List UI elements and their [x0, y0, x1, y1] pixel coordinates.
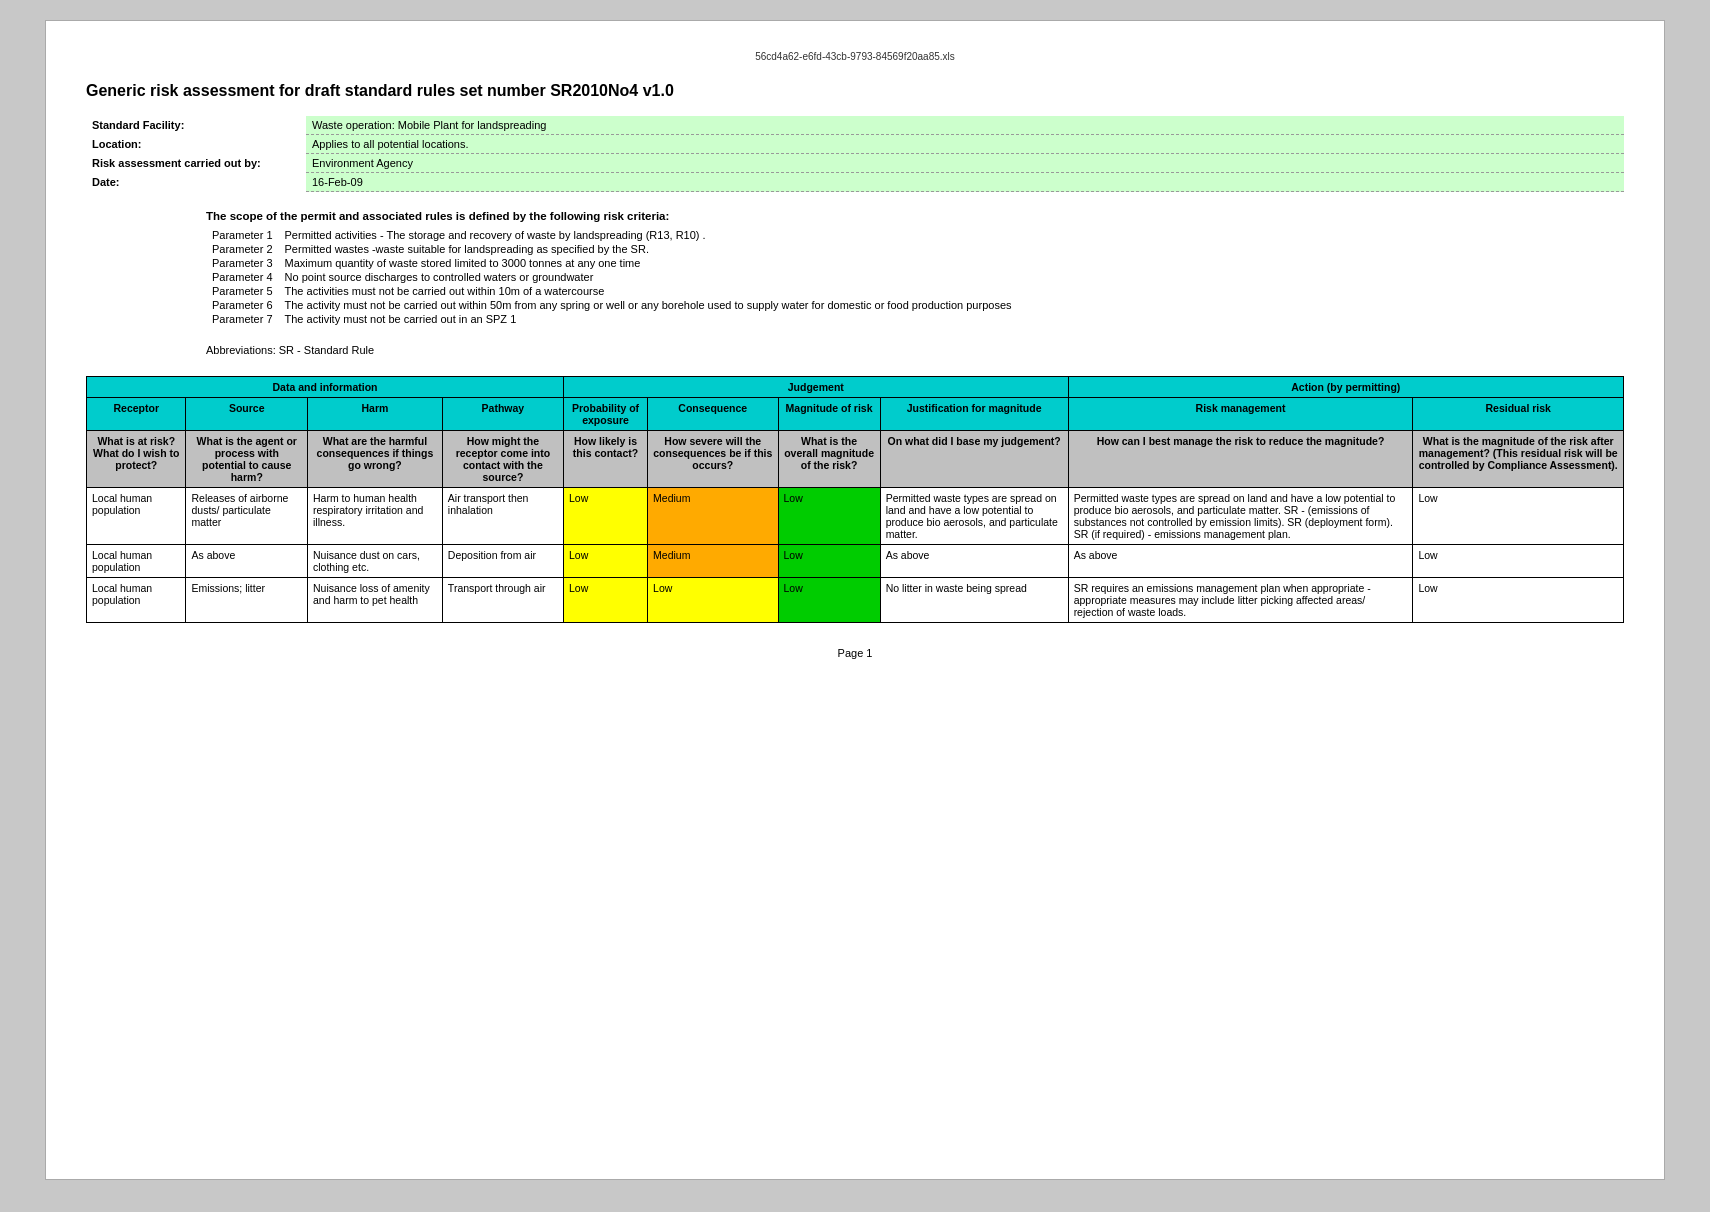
table-cell: Low	[1413, 545, 1624, 578]
scope-title: The scope of the permit and associated r…	[206, 210, 1624, 222]
param-row: Parameter 5 The activities must not be c…	[206, 284, 1018, 298]
info-label: Risk assessment carried out by:	[86, 154, 306, 173]
info-table: Standard Facility: Waste operation: Mobi…	[86, 116, 1624, 192]
col-question: What is the magnitude of the risk after …	[1413, 431, 1624, 488]
param-text: The activity must not be carried out wit…	[279, 298, 1018, 312]
page-container: 56cd4a62-e6fd-43cb-9793-84569f20aa85.xls…	[45, 20, 1665, 1180]
param-row: Parameter 1 Permitted activities - The s…	[206, 228, 1018, 242]
table-cell: Low	[563, 545, 647, 578]
info-value: Applies to all potential locations.	[306, 135, 1624, 154]
col-header: Justification for magnitude	[880, 398, 1068, 431]
info-label: Date:	[86, 173, 306, 192]
col-header: Magnitude of risk	[778, 398, 880, 431]
table-cell: Low	[778, 578, 880, 623]
param-table: Parameter 1 Permitted activities - The s…	[206, 228, 1018, 326]
table-cell: As above	[186, 545, 308, 578]
table-cell: No litter in waste being spread	[880, 578, 1068, 623]
table-row: Local human populationReleases of airbor…	[87, 488, 1624, 545]
table-cell: Nuisance loss of amenity and harm to pet…	[308, 578, 443, 623]
table-cell: Releases of airborne dusts/ particulate …	[186, 488, 308, 545]
table-cell: Low	[778, 488, 880, 545]
info-row: Location: Applies to all potential locat…	[86, 135, 1624, 154]
col-question: How can I best manage the risk to reduce…	[1068, 431, 1413, 488]
col-header: Consequence	[648, 398, 778, 431]
info-value: Environment Agency	[306, 154, 1624, 173]
info-row: Date: 16-Feb-09	[86, 173, 1624, 192]
table-cell: As above	[880, 545, 1068, 578]
col-header: Risk management	[1068, 398, 1413, 431]
param-text: Maximum quantity of waste stored limited…	[279, 256, 1018, 270]
param-row: Parameter 3 Maximum quantity of waste st…	[206, 256, 1018, 270]
param-text: The activities must not be carried out w…	[279, 284, 1018, 298]
col-question: How likely is this contact?	[563, 431, 647, 488]
section-header: Judgement	[563, 377, 1068, 398]
col-question: What is the agent or process with potent…	[186, 431, 308, 488]
param-row: Parameter 6 The activity must not be car…	[206, 298, 1018, 312]
table-cell: Local human population	[87, 578, 186, 623]
table-row: Local human populationEmissions; litterN…	[87, 578, 1624, 623]
param-text: Permitted wastes -waste suitable for lan…	[279, 242, 1018, 256]
info-label: Standard Facility:	[86, 116, 306, 135]
col-question: What are the harmful consequences if thi…	[308, 431, 443, 488]
info-row: Standard Facility: Waste operation: Mobi…	[86, 116, 1624, 135]
param-label: Parameter 1	[206, 228, 279, 242]
table-cell: Deposition from air	[442, 545, 563, 578]
param-text: No point source discharges to controlled…	[279, 270, 1018, 284]
param-row: Parameter 2 Permitted wastes -waste suit…	[206, 242, 1018, 256]
param-label: Parameter 4	[206, 270, 279, 284]
param-label: Parameter 2	[206, 242, 279, 256]
col-header: Probability of exposure	[563, 398, 647, 431]
param-label: Parameter 6	[206, 298, 279, 312]
param-row: Parameter 7 The activity must not be car…	[206, 312, 1018, 326]
table-row: Local human populationAs aboveNuisance d…	[87, 545, 1624, 578]
table-cell: Harm to human health respiratory irritat…	[308, 488, 443, 545]
col-header: Harm	[308, 398, 443, 431]
param-text: Permitted activities - The storage and r…	[279, 228, 1018, 242]
main-title: Generic risk assessment for draft standa…	[86, 82, 1624, 100]
table-cell: Local human population	[87, 488, 186, 545]
table-cell: Low	[563, 578, 647, 623]
col-header: Pathway	[442, 398, 563, 431]
param-text: The activity must not be carried out in …	[279, 312, 1018, 326]
table-cell: Permitted waste types are spread on land…	[1068, 488, 1413, 545]
table-cell: As above	[1068, 545, 1413, 578]
table-cell: Medium	[648, 488, 778, 545]
table-cell: Low	[1413, 488, 1624, 545]
page-footer: Page 1	[86, 647, 1624, 659]
param-label: Parameter 5	[206, 284, 279, 298]
param-row: Parameter 4 No point source discharges t…	[206, 270, 1018, 284]
col-question: What is the overall magnitude of the ris…	[778, 431, 880, 488]
table-cell: Transport through air	[442, 578, 563, 623]
table-cell: Low	[648, 578, 778, 623]
table-cell: Emissions; litter	[186, 578, 308, 623]
table-cell: Air transport then inhalation	[442, 488, 563, 545]
table-cell: Local human population	[87, 545, 186, 578]
scope-section: The scope of the permit and associated r…	[206, 210, 1624, 326]
param-label: Parameter 7	[206, 312, 279, 326]
col-question: What is at risk? What do I wish to prote…	[87, 431, 186, 488]
section-header: Action (by permitting)	[1068, 377, 1623, 398]
col-question: On what did I base my judgement?	[880, 431, 1068, 488]
abbrev-section: Abbreviations: SR - Standard Rule	[206, 344, 1624, 356]
table-cell: Permitted waste types are spread on land…	[880, 488, 1068, 545]
file-id: 56cd4a62-e6fd-43cb-9793-84569f20aa85.xls	[86, 51, 1624, 62]
table-cell: Low	[563, 488, 647, 545]
table-cell: SR requires an emissions management plan…	[1068, 578, 1413, 623]
col-question: How severe will the consequences be if t…	[648, 431, 778, 488]
col-header: Source	[186, 398, 308, 431]
param-label: Parameter 3	[206, 256, 279, 270]
info-row: Risk assessment carried out by: Environm…	[86, 154, 1624, 173]
risk-table: Data and informationJudgementAction (by …	[86, 376, 1624, 623]
info-value: Waste operation: Mobile Plant for landsp…	[306, 116, 1624, 135]
col-header: Residual risk	[1413, 398, 1624, 431]
col-question: How might the receptor come into contact…	[442, 431, 563, 488]
info-value: 16-Feb-09	[306, 173, 1624, 192]
table-cell: Low	[1413, 578, 1624, 623]
table-cell: Nuisance dust on cars, clothing etc.	[308, 545, 443, 578]
section-header: Data and information	[87, 377, 564, 398]
table-cell: Low	[778, 545, 880, 578]
col-header: Receptor	[87, 398, 186, 431]
info-label: Location:	[86, 135, 306, 154]
table-cell: Medium	[648, 545, 778, 578]
